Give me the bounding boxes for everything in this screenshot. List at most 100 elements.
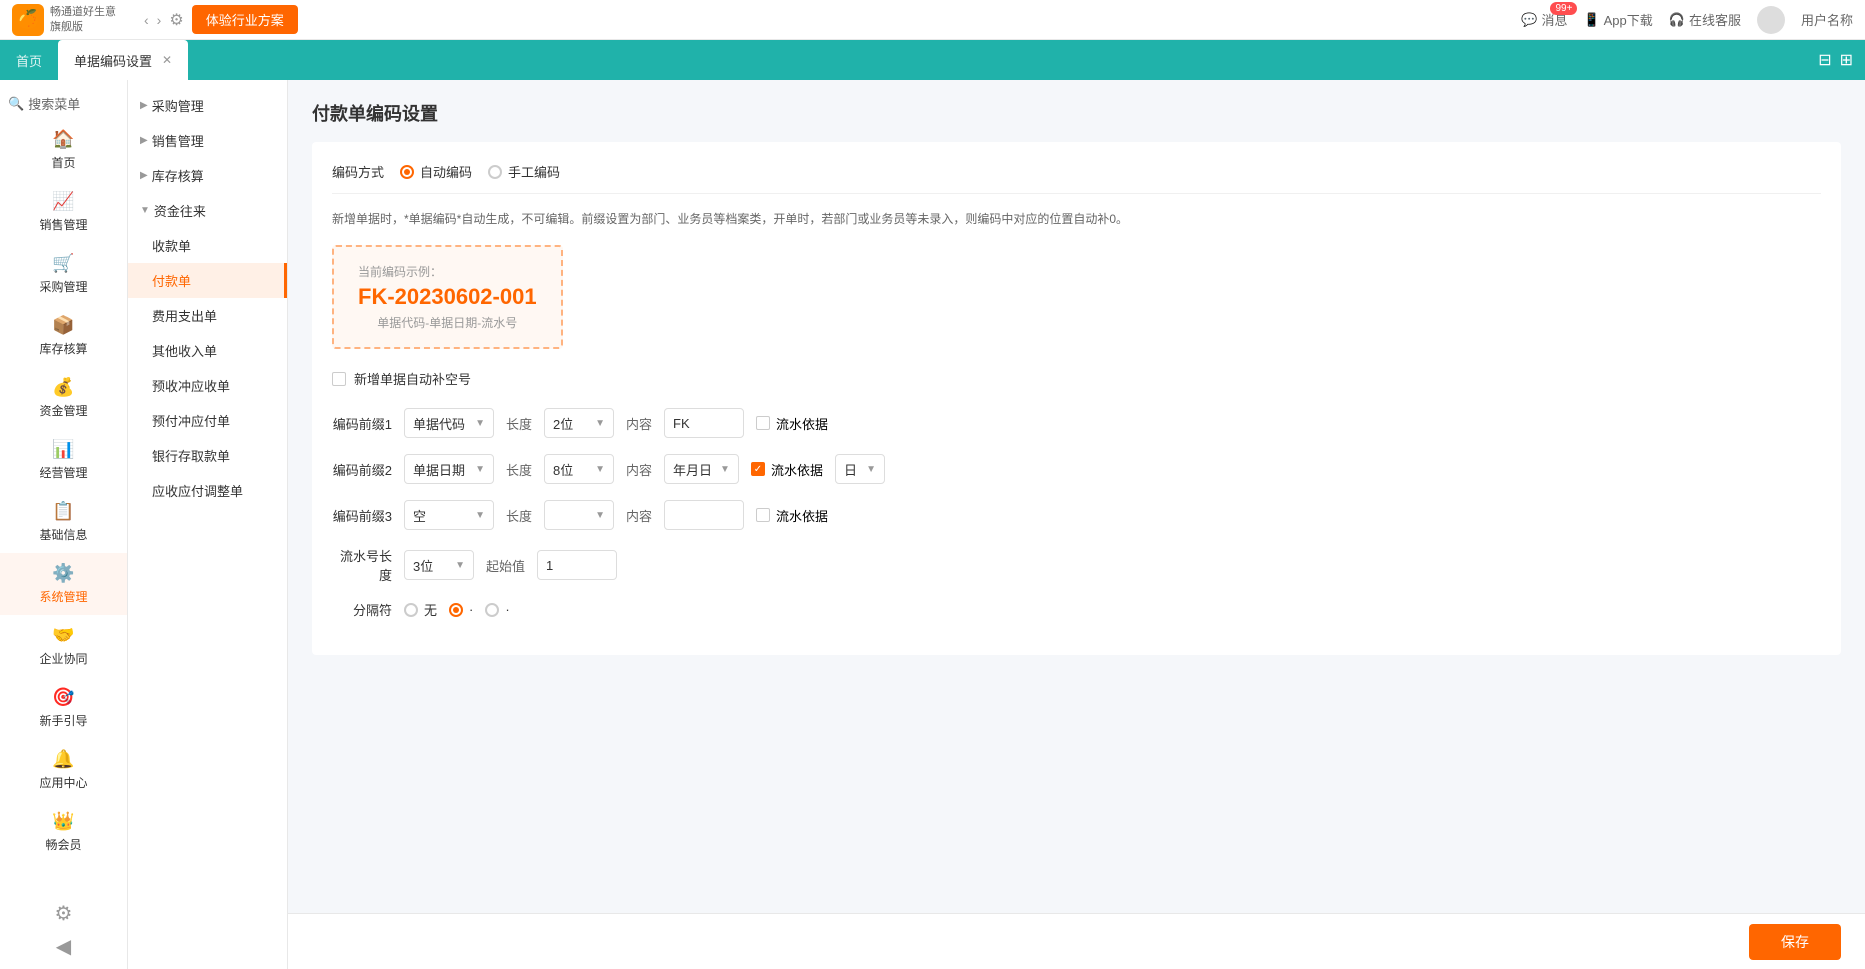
preview-box: 当前编码示例： FK-20230602-001 单据代码-单据日期-流水号 [332, 245, 563, 349]
sidebar-item-purchase[interactable]: 🛒 采购管理 [0, 243, 127, 305]
sidebar-item-finance[interactable]: 💰 资金管理 [0, 367, 127, 429]
settings-bottom-icon[interactable]: ⚙ [55, 901, 73, 926]
top-bar-right: 💬 消息 99+ 📱 App下载 🎧 在线客服 用户名称 [1521, 6, 1853, 34]
main-right: 付款单编码设置 编码方式 自动编码 手工编码 [288, 80, 1865, 969]
serial-label-2: 流水依据 [771, 460, 823, 479]
auto-radio[interactable]: 自动编码 [400, 162, 472, 181]
serial-checkbox-3[interactable] [756, 508, 770, 522]
sidebar-item-basic[interactable]: 📋 基础信息 [0, 491, 127, 553]
sep-dot1-dot [449, 603, 463, 617]
search-menu[interactable]: 🔍 搜索菜单 [0, 88, 127, 119]
arrow-icon: ▶ [140, 135, 148, 146]
tab-close-icon[interactable]: ✕ [162, 53, 172, 67]
page-title: 付款单编码设置 [312, 100, 1841, 126]
chevron-down-icon: ▼ [720, 464, 730, 475]
content3-input[interactable] [664, 500, 744, 530]
length2-select-wrapper: 8位 ▼ [544, 454, 614, 484]
content-area: ▶ 采购管理 ▶ 销售管理 ▶ 库存核算 ▼ 资金往来 [128, 80, 1865, 969]
prefix2-select[interactable]: 单据日期 ▼ [404, 454, 494, 484]
tab-encoding[interactable]: 单据编码设置 ✕ [58, 40, 188, 80]
serial-checkbox-2[interactable]: ✓ [751, 462, 765, 476]
nav-next-icon[interactable]: › [157, 12, 162, 28]
sales-icon: 📈 [52, 191, 74, 212]
sep-dot2-radio[interactable]: · [485, 602, 509, 617]
prefix1-select[interactable]: 单据代码 ▼ [404, 408, 494, 438]
top-bar-left: 🍊 畅通道好生意 旗舰版 ‹ › ⚙ 体验行业方案 [12, 4, 298, 36]
preview-label: 当前编码示例： [358, 263, 537, 280]
save-button[interactable]: 保存 [1749, 924, 1841, 960]
separator-label: 分隔符 [332, 600, 392, 619]
auto-fill-checkbox[interactable] [332, 372, 346, 386]
info-text: 新增单据时，*单据编码*自动生成，不可编辑。前缀设置为部门、业务员等档案类，开单… [332, 210, 1821, 229]
sidebar-item-apps[interactable]: 🔔 应用中心 [0, 739, 127, 801]
group-sales-header[interactable]: ▶ 销售管理 [128, 123, 287, 158]
length3-label: 长度 [506, 506, 532, 525]
group-inventory-header[interactable]: ▶ 库存核算 [128, 158, 287, 193]
app-download-button[interactable]: 📱 App下载 [1583, 10, 1652, 29]
day-select-wrapper: 日 ▼ [835, 454, 885, 484]
nav-prev-icon[interactable]: ‹ [144, 12, 149, 28]
sidebar-item-prepay-recv[interactable]: 预收冲应收单 [128, 368, 287, 403]
sidebar-item-sales[interactable]: 📈 销售管理 [0, 181, 127, 243]
group-purchase-header[interactable]: ▶ 采购管理 [128, 88, 287, 123]
app-icon: 📱 [1583, 12, 1599, 28]
sidebar-item-guide[interactable]: 🎯 新手引导 [0, 677, 127, 739]
settings-icon[interactable]: ⚙ [169, 10, 183, 30]
user-name: 用户名称 [1801, 10, 1853, 29]
tab-minimize-icon[interactable]: ⊟ [1818, 50, 1831, 70]
sidebar-item-payment[interactable]: 付款单 [128, 263, 287, 298]
prefix3-select[interactable]: 空 ▼ [404, 500, 494, 530]
avatar[interactable] [1757, 6, 1785, 34]
serial-label-3: 流水依据 [776, 506, 828, 525]
message-badge: 99+ [1550, 2, 1577, 15]
sidebar-item-adjust[interactable]: 应收应付调整单 [128, 473, 287, 508]
sidebar-item-other-income[interactable]: 其他收入单 [128, 333, 287, 368]
length3-select-wrapper: ▼ [544, 500, 614, 530]
operations-icon: 📊 [52, 439, 74, 460]
length2-select[interactable]: 8位 ▼ [544, 454, 614, 484]
home-icon: 🏠 [52, 129, 74, 150]
sep-none-dot [404, 603, 418, 617]
sep-dot1-radio[interactable]: · [449, 602, 473, 617]
day-select[interactable]: 日 ▼ [835, 454, 885, 484]
sidebar-item-expense[interactable]: 费用支出单 [128, 298, 287, 333]
sep-none-radio[interactable]: 无 [404, 600, 437, 619]
chevron-down-icon: ▼ [475, 464, 485, 475]
length3-select[interactable]: ▼ [544, 500, 614, 530]
online-service-button[interactable]: 🎧 在线客服 [1669, 10, 1741, 29]
length1-label: 长度 [506, 414, 532, 433]
serial-checkbox-1[interactable] [756, 416, 770, 430]
sidebar-item-operations[interactable]: 📊 经营管理 [0, 429, 127, 491]
manual-radio[interactable]: 手工编码 [488, 162, 560, 181]
preview-sub: 单据代码-单据日期-流水号 [358, 314, 537, 331]
sidebar-item-receipt[interactable]: 收款单 [128, 228, 287, 263]
sidebar-item-inventory[interactable]: 📦 库存核算 [0, 305, 127, 367]
sidebar-item-cooperation[interactable]: 🤝 企业协同 [0, 615, 127, 677]
main-layout: 🔍 搜索菜单 🏠 首页 📈 销售管理 🛒 采购管理 📦 库存核算 💰 资金管理 … [0, 80, 1865, 969]
trial-button[interactable]: 体验行业方案 [192, 5, 298, 34]
length1-select[interactable]: 2位 ▼ [544, 408, 614, 438]
content3-label: 内容 [626, 506, 652, 525]
serial-basis-2: ✓ 流水依据 [751, 460, 823, 479]
manual-radio-dot [488, 165, 502, 179]
start-value-input[interactable]: 1 [537, 550, 617, 580]
content1-input[interactable]: FK [664, 408, 744, 438]
group-finance-header[interactable]: ▼ 资金往来 [128, 193, 287, 228]
sidebar-item-home[interactable]: 🏠 首页 [0, 119, 127, 181]
basic-icon: 📋 [52, 501, 74, 522]
content2-select[interactable]: 年月日 ▼ [664, 454, 739, 484]
message-icon: 💬 [1521, 12, 1537, 28]
guide-icon: 🎯 [52, 687, 74, 708]
sidebar-item-member[interactable]: 👑 畅会员 [0, 801, 127, 863]
member-icon: 👑 [52, 811, 74, 832]
sidebar-item-system[interactable]: ⚙️ 系统管理 [0, 553, 127, 615]
sidebar-item-bank[interactable]: 银行存取款单 [128, 438, 287, 473]
message-button[interactable]: 💬 消息 99+ [1521, 10, 1567, 29]
encoding-method-row: 编码方式 自动编码 手工编码 [332, 162, 1821, 194]
sidebar-item-prepay-pay[interactable]: 预付冲应付单 [128, 403, 287, 438]
tab-expand-icon[interactable]: ⊞ [1840, 50, 1853, 70]
serial-length-select[interactable]: 3位 ▼ [404, 550, 474, 580]
collapse-icon[interactable]: ◀ [56, 934, 71, 959]
tab-home[interactable]: 首页 [0, 40, 58, 80]
finance-icon: 💰 [52, 377, 74, 398]
